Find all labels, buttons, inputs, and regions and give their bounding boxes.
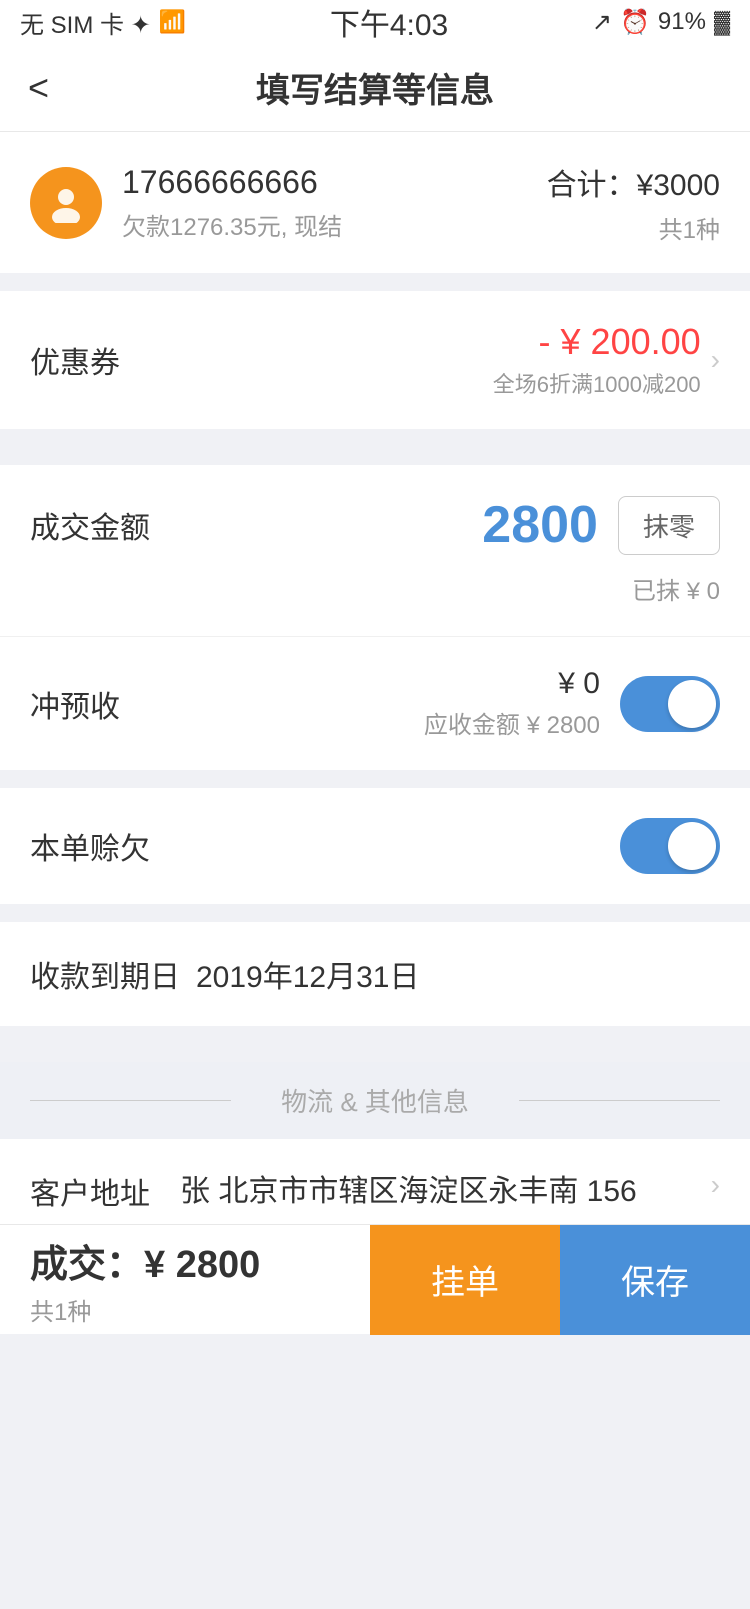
duedate-value: 2019年12月31日: [196, 952, 419, 996]
coupon-desc: 全场6折满1000减200: [493, 367, 701, 399]
content-area: 17666666666 欠款1276.35元, 现结 合计：¥3000 共1种 …: [0, 132, 750, 1609]
customer-debt: 欠款1276.35元, 现结: [122, 207, 342, 242]
status-bar: 无 SIM 卡 ✦ 📶 下午4:03 ↗ ⏰ 91% ▓: [0, 0, 750, 44]
round-button[interactable]: 抹零: [618, 496, 720, 555]
prepay-toggle[interactable]: [620, 676, 720, 732]
time-display: 下午4:03: [330, 0, 448, 44]
prepay-label: 冲预收: [30, 682, 120, 726]
coupon-right: - ¥ 200.00 全场6折满1000减200: [493, 321, 701, 399]
save-button[interactable]: 保存: [560, 1225, 750, 1335]
customer-count: 共1种: [547, 210, 720, 245]
divider-3: [0, 1044, 750, 1062]
chevron-right-icon: ›: [711, 344, 720, 376]
sim-label: 无 SIM 卡 ✦: [20, 5, 151, 40]
nav-bar: < 填写结算等信息: [0, 44, 750, 132]
amount-section: 成交金额 2800 抹零 已抹 ¥ 0: [0, 465, 750, 636]
duedate-section: 收款到期日 2019年12月31日: [0, 922, 750, 1026]
page-title: 填写结算等信息: [256, 63, 494, 112]
customer-left: 17666666666 欠款1276.35元, 现结: [30, 164, 342, 242]
amount-row: 成交金额 2800 抹零: [30, 495, 720, 555]
battery-label: 91%: [658, 8, 706, 36]
prepay-amounts: ¥ 0 应收金额 ¥ 2800: [424, 667, 600, 740]
prepay-value: ¥ 0: [424, 667, 600, 701]
coupon-discount: - ¥ 200.00: [493, 321, 701, 363]
debt-section: 本单赊欠: [0, 788, 750, 904]
back-button[interactable]: <: [28, 67, 49, 109]
address-chevron-icon: ›: [711, 1169, 720, 1201]
coupon-label: 优惠券: [30, 338, 120, 382]
footer-info: 成交：¥ 2800 共1种: [0, 1233, 370, 1327]
coupon-row[interactable]: 优惠券 - ¥ 200.00 全场6折满1000减200 ›: [0, 291, 750, 429]
divider-2: [0, 770, 750, 788]
customer-card: 17666666666 欠款1276.35元, 现结 合计：¥3000 共1种: [0, 132, 750, 273]
location-icon: ↗: [592, 8, 612, 37]
footer-deal-amount: ¥ 2800: [144, 1244, 260, 1286]
customer-info: 17666666666 欠款1276.35元, 现结: [122, 164, 342, 242]
prepay-sub: 应收金额 ¥ 2800: [424, 705, 600, 740]
alarm-icon: ⏰: [620, 8, 650, 37]
wifi-icon: 📶: [159, 9, 186, 35]
hang-button[interactable]: 挂单: [370, 1225, 560, 1335]
amount-label: 成交金额: [30, 503, 150, 547]
divider-1: [0, 447, 750, 465]
logistics-label: 物流 & 其他信息: [281, 1082, 469, 1119]
footer: 成交：¥ 2800 共1种 挂单 保存: [0, 1224, 750, 1334]
duedate-row: 收款到期日 2019年12月31日: [30, 952, 720, 996]
footer-deal: 成交：¥ 2800: [30, 1233, 340, 1288]
amount-sub: 已抹 ¥ 0: [30, 571, 720, 606]
amount-value: 2800: [482, 495, 598, 555]
debt-toggle[interactable]: [620, 818, 720, 874]
duedate-label: 收款到期日: [30, 952, 180, 996]
prepay-right: ¥ 0 应收金额 ¥ 2800: [424, 667, 720, 740]
customer-phone: 17666666666: [122, 164, 342, 201]
footer-deal-prefix: 成交：: [30, 1244, 144, 1286]
amount-right: 2800 抹零: [482, 495, 720, 555]
battery-icon: ▓: [714, 9, 730, 35]
prepay-row: 冲预收 ¥ 0 应收金额 ¥ 2800: [0, 636, 750, 770]
status-left: 无 SIM 卡 ✦ 📶: [20, 5, 186, 40]
footer-count: 共1种: [30, 1292, 340, 1327]
debt-label: 本单赊欠: [30, 824, 150, 868]
customer-total: 合计：¥3000: [547, 160, 720, 204]
logistics-divider: 物流 & 其他信息: [0, 1062, 750, 1139]
customer-right: 合计：¥3000 共1种: [547, 160, 720, 245]
avatar: [30, 167, 102, 239]
status-right: ↗ ⏰ 91% ▓: [592, 8, 730, 37]
address-label: 客户地址: [30, 1169, 150, 1213]
coupon-section[interactable]: 优惠券 - ¥ 200.00 全场6折满1000减200 ›: [0, 291, 750, 429]
